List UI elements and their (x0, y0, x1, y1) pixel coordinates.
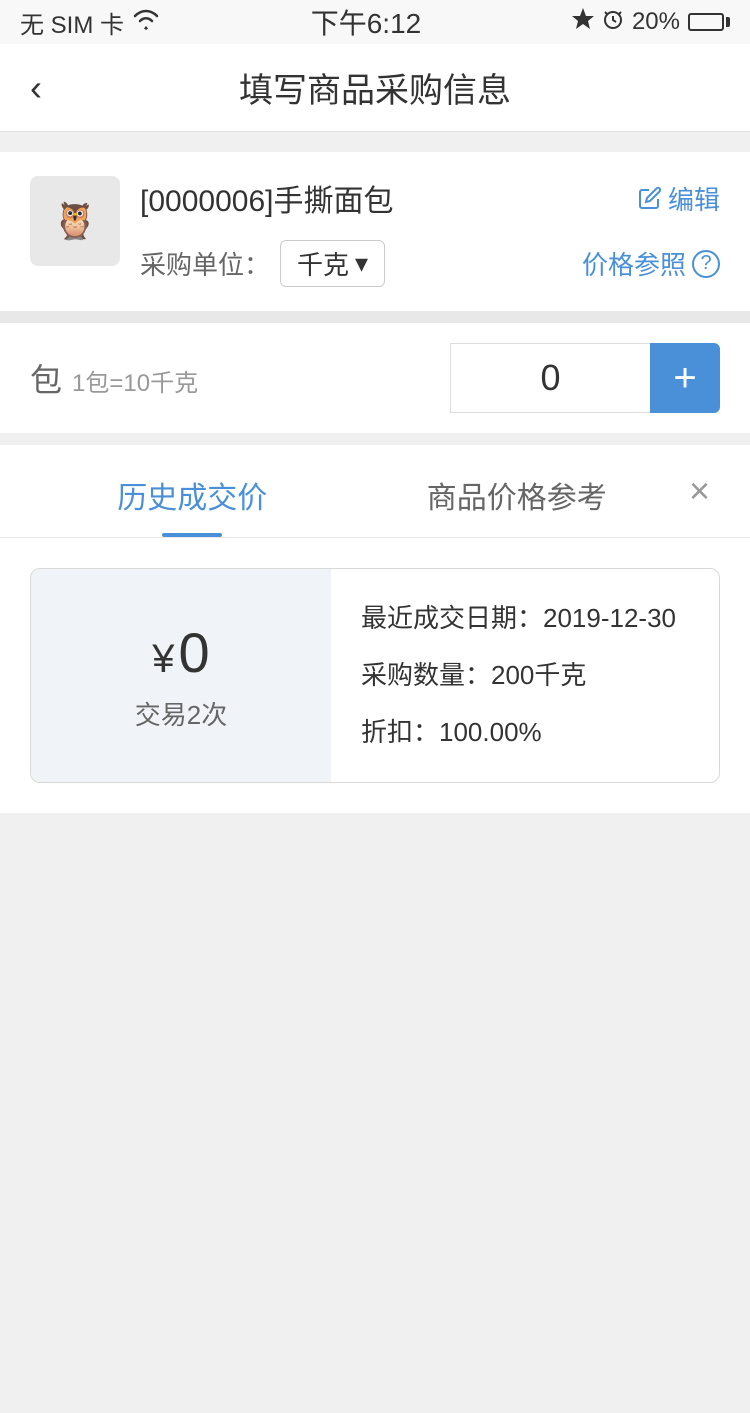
wifi-icon (132, 8, 160, 37)
status-left: 无 SIM 卡 (20, 5, 160, 40)
quantity-input[interactable]: 0 (450, 343, 650, 413)
product-title: 手撕面包 (273, 185, 393, 218)
tab-historical-price[interactable]: 历史成交价 (30, 445, 354, 537)
product-top-row: [0000006]手撕面包 编辑 (140, 176, 720, 220)
price-number: 0 (179, 621, 210, 684)
dropdown-icon: ▾ (355, 248, 368, 279)
unit-label: 采购单位： (140, 245, 270, 282)
price-section: ¥0 交易2次 最近成交日期：2019-12-30 采购数量：200千克 折扣：… (0, 538, 750, 813)
edit-button[interactable]: 编辑 (638, 180, 720, 217)
tabs-container: 历史成交价 商品价格参考 × (0, 445, 750, 538)
section-divider (0, 311, 750, 323)
tab2-label: 商品价格参考 (427, 482, 607, 515)
price-card-left: ¥0 交易2次 (31, 569, 331, 782)
quantity-row: 包 1包=10千克 0 + (0, 323, 750, 433)
quantity-input-group: 0 + (450, 343, 720, 413)
tab-product-price-reference[interactable]: 商品价格参考 (354, 445, 678, 537)
product-image: 🦉 (53, 200, 98, 242)
quantity-conversion: 1包=10千克 (72, 363, 198, 398)
discount-value: 100.00% (439, 717, 542, 747)
recent-date-label: 最近成交日期： (361, 603, 543, 633)
product-unit-row: 采购单位： 千克 ▾ 价格参照 ? (140, 240, 720, 287)
quantity-value: 200千克 (491, 660, 586, 690)
edit-label: 编辑 (668, 180, 720, 217)
price-card-right: 最近成交日期：2019-12-30 采购数量：200千克 折扣：100.00% (331, 569, 719, 782)
recent-date-row: 最近成交日期：2019-12-30 (361, 599, 689, 638)
tab1-label: 历史成交价 (117, 482, 267, 515)
unit-selector[interactable]: 千克 ▾ (280, 240, 385, 287)
unit-value: 千克 (297, 245, 349, 282)
price-reference-button[interactable]: 价格参照 ? (582, 245, 720, 282)
quantity-unit: 包 (30, 355, 62, 401)
product-thumbnail: 🦉 (30, 176, 120, 266)
tab-close-button[interactable]: × (679, 463, 720, 519)
help-icon: ? (692, 250, 720, 278)
quantity-plus-button[interactable]: + (650, 343, 720, 413)
nav-bar: ‹ 填写商品采购信息 (0, 44, 750, 132)
content-area (0, 813, 750, 1413)
price-card: ¥0 交易2次 最近成交日期：2019-12-30 采购数量：200千克 折扣：… (30, 568, 720, 783)
quantity-label-text: 采购数量： (361, 660, 491, 690)
quantity-label: 包 1包=10千克 (30, 355, 198, 401)
page-title: 填写商品采购信息 (239, 63, 511, 112)
product-card: 🦉 [0000006]手撕面包 编辑 采购单位： 千克 ▾ (0, 152, 750, 311)
unit-left: 采购单位： 千克 ▾ (140, 240, 385, 287)
product-id: [0000006] (140, 185, 273, 218)
back-button[interactable]: ‹ (30, 67, 42, 109)
battery-percent: 20% (632, 8, 680, 36)
carrier-text: 无 SIM 卡 (20, 5, 124, 40)
product-name: [0000006]手撕面包 (140, 176, 393, 220)
price-ref-label: 价格参照 (582, 245, 686, 282)
recent-date-value: 2019-12-30 (543, 603, 676, 633)
alarm-icon (602, 8, 624, 37)
battery-icon (688, 13, 730, 31)
trade-count: 交易2次 (135, 695, 227, 732)
currency-symbol: ¥ (152, 637, 174, 681)
price-display: ¥0 (152, 620, 209, 685)
purchase-quantity-row: 采购数量：200千克 (361, 656, 689, 695)
product-info: [0000006]手撕面包 编辑 采购单位： 千克 ▾ 价格参照 ? (140, 176, 720, 287)
gps-icon (572, 8, 594, 37)
time-display: 下午6:12 (311, 2, 422, 42)
discount-label: 折扣： (361, 717, 439, 747)
status-bar: 无 SIM 卡 下午6:12 20% (0, 0, 750, 44)
discount-row: 折扣：100.00% (361, 713, 689, 752)
status-right: 20% (572, 8, 730, 37)
